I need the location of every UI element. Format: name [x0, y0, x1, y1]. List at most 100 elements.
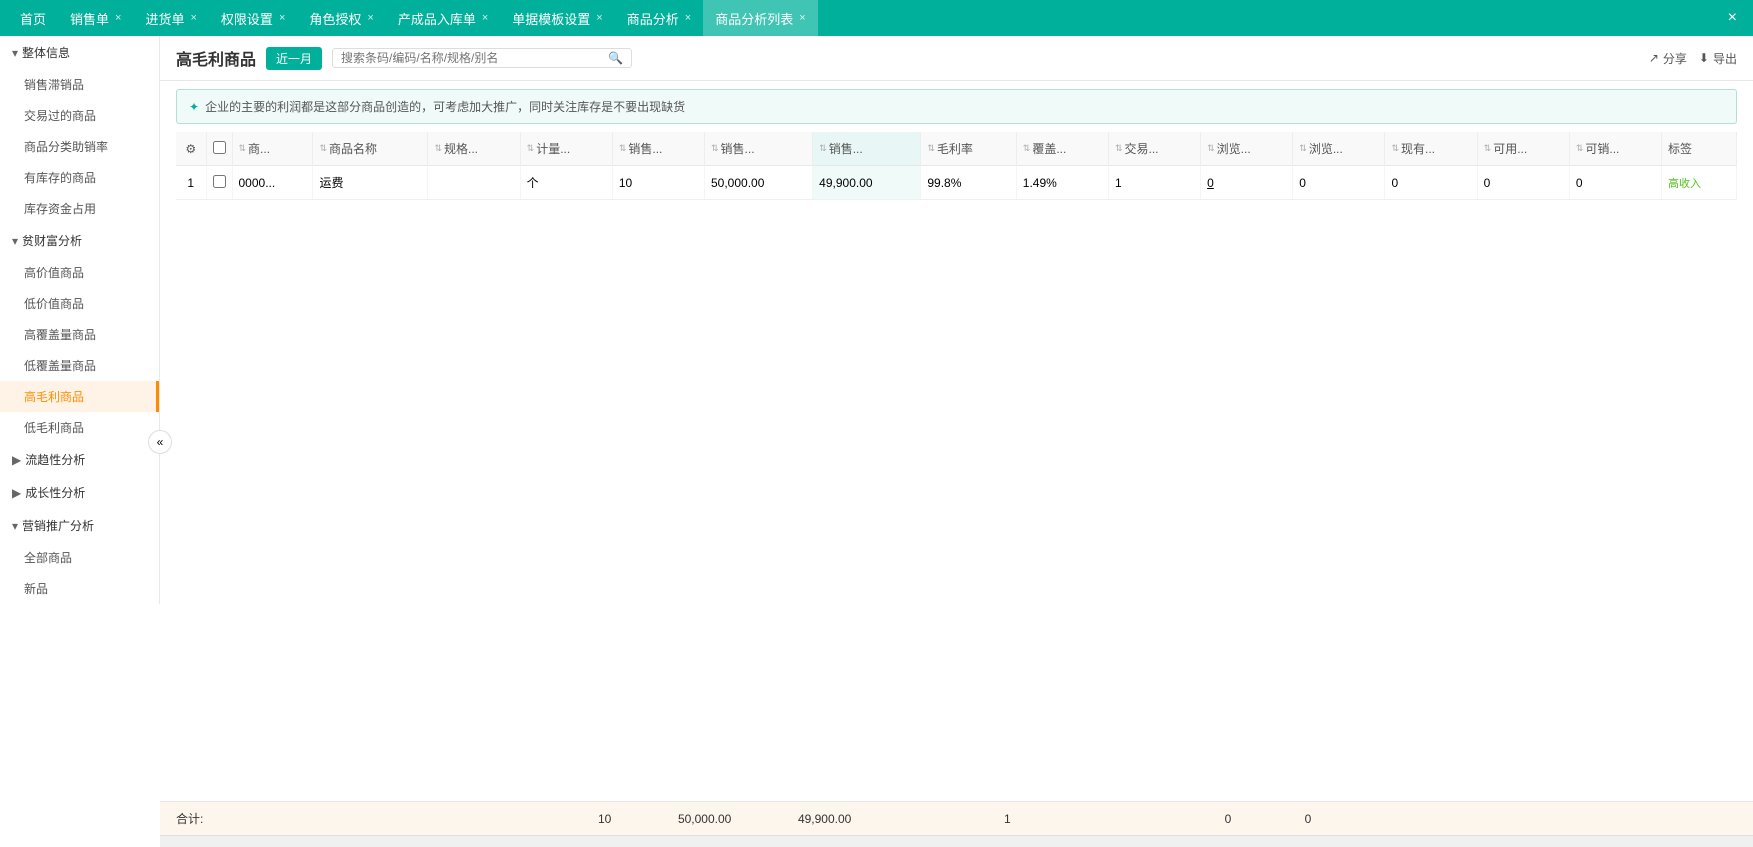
sidebar-section-wealth[interactable]: ▾ 贫财富分析	[0, 224, 159, 257]
sidebar-item-low-value[interactable]: 低价值商品	[0, 288, 159, 319]
sort-icon-sale-profit: ⇅	[819, 143, 827, 154]
export-icon: ⬇	[1699, 51, 1709, 65]
chevron-right-icon-2: ▶	[12, 486, 21, 500]
close-permission-tab-icon[interactable]: ×	[279, 12, 285, 24]
footer-sale-amount: 50,000.00	[617, 812, 737, 826]
window-close-button[interactable]: ×	[1720, 5, 1745, 31]
table-container[interactable]: ⚙ ⇅ 商...	[160, 132, 1753, 801]
sidebar-item-high-value[interactable]: 高价值商品	[0, 257, 159, 288]
footer-sale-qty: 10	[557, 812, 617, 826]
time-filter-button[interactable]: 近一月	[266, 47, 322, 70]
sidebar-item-high-margin[interactable]: 高毛利商品	[0, 381, 159, 412]
table-row: 1 0000... 运费	[176, 166, 1737, 200]
cell-seq: 1	[176, 166, 206, 200]
search-icon[interactable]: 🔍	[608, 51, 623, 65]
cell-checkbox[interactable]	[206, 166, 232, 200]
close-sales-tab-icon[interactable]: ×	[115, 12, 121, 24]
col-header-available[interactable]: ⇅ 可用...	[1477, 132, 1569, 166]
sidebar-item-all-products[interactable]: 全部商品	[0, 542, 159, 573]
sidebar-section-growth[interactable]: ▶ 成长性分析	[0, 476, 159, 509]
sidebar-item-stock-capital[interactable]: 库存资金占用	[0, 193, 159, 224]
select-all-checkbox[interactable]	[213, 141, 226, 154]
page-title: 高毛利商品	[176, 46, 256, 70]
info-banner: ✦ 企业的主要的利润都是这部分商品创造的，可考虑加大推广，同时关注库存是不要出现…	[176, 89, 1737, 124]
product-table: ⚙ ⇅ 商...	[176, 132, 1737, 200]
col-header-seq[interactable]: ⚙	[176, 132, 206, 166]
col-header-coverage[interactable]: ⇅ 覆盖...	[1016, 132, 1108, 166]
cell-name: 运费	[313, 166, 428, 200]
sort-icon-gross-margin: ⇅	[927, 143, 935, 154]
chevron-down-icon-3: ▾	[12, 519, 18, 533]
cell-current-stock: 0	[1385, 166, 1477, 200]
sidebar-section-overall-items: 销售滞销品 交易过的商品 商品分类助销率 有库存的商品 库存资金占用	[0, 69, 159, 224]
close-role-tab-icon[interactable]: ×	[367, 12, 373, 24]
sort-icon-browse1: ⇅	[1207, 143, 1215, 154]
nav-tab-home[interactable]: 首页	[8, 0, 58, 36]
sort-icon-code: ⇅	[239, 143, 247, 154]
share-button[interactable]: ↗ 分享	[1649, 50, 1687, 67]
col-header-browse1[interactable]: ⇅ 浏览...	[1201, 132, 1293, 166]
header-actions: ↗ 分享 ⬇ 导出	[1649, 50, 1737, 67]
col-header-gross-margin[interactable]: ⇅ 毛利率	[921, 132, 1016, 166]
close-template-tab-icon[interactable]: ×	[596, 12, 602, 24]
close-analysis-tab-icon[interactable]: ×	[685, 12, 691, 24]
col-header-unit[interactable]: ⇅ 计量...	[520, 132, 612, 166]
footer-sale-profit: 49,900.00	[737, 812, 857, 826]
row-checkbox[interactable]	[213, 175, 226, 188]
sidebar-item-category-rate[interactable]: 商品分类助销率	[0, 131, 159, 162]
chevron-down-icon: ▾	[12, 46, 18, 60]
info-icon: ✦	[189, 100, 199, 114]
sidebar-item-high-coverage[interactable]: 高覆盖量商品	[0, 319, 159, 350]
nav-tab-product-in[interactable]: 产成品入库单 ×	[386, 0, 500, 36]
nav-tab-analysis[interactable]: 商品分析 ×	[615, 0, 703, 36]
col-header-name[interactable]: ⇅ 商品名称	[313, 132, 428, 166]
sidebar: ▾ 整体信息 销售滞销品 交易过的商品 商品分类助销率 有库存的商品	[0, 36, 160, 604]
close-purchase-tab-icon[interactable]: ×	[190, 12, 196, 24]
col-header-code[interactable]: ⇅ 商...	[232, 132, 313, 166]
sort-icon-saleable: ⇅	[1576, 143, 1584, 154]
content-area: 高毛利商品 近一月 🔍 ↗ 分享 ⬇ 导出	[160, 36, 1753, 847]
col-header-tag[interactable]: 标签	[1661, 132, 1736, 166]
col-header-checkbox[interactable]	[206, 132, 232, 166]
close-analysis-list-tab-icon[interactable]: ×	[799, 12, 805, 24]
nav-tab-permission[interactable]: 权限设置 ×	[209, 0, 297, 36]
col-header-sale-profit[interactable]: ⇅ 销售...	[813, 132, 921, 166]
export-button[interactable]: ⬇ 导出	[1699, 50, 1737, 67]
sidebar-item-new-products[interactable]: 新品	[0, 573, 159, 604]
settings-icon[interactable]: ⚙	[185, 142, 196, 156]
col-header-spec[interactable]: ⇅ 规格...	[428, 132, 520, 166]
col-header-trade[interactable]: ⇅ 交易...	[1108, 132, 1200, 166]
sidebar-section-overall[interactable]: ▾ 整体信息	[0, 36, 159, 69]
nav-tab-template[interactable]: 单据模板设置 ×	[500, 0, 614, 36]
nav-tab-purchase[interactable]: 进货单 ×	[133, 0, 208, 36]
chevron-down-icon-2: ▾	[12, 234, 18, 248]
col-header-saleable[interactable]: ⇅ 可销...	[1569, 132, 1661, 166]
sidebar-item-traded[interactable]: 交易过的商品	[0, 100, 159, 131]
cell-browse1[interactable]: 0	[1201, 166, 1293, 200]
col-header-sale-amount[interactable]: ⇅ 销售...	[704, 132, 812, 166]
cell-sale-amount: 50,000.00	[704, 166, 812, 200]
col-header-sale-qty[interactable]: ⇅ 销售...	[612, 132, 704, 166]
horizontal-scrollbar[interactable]	[160, 835, 1753, 847]
search-input[interactable]	[341, 51, 604, 65]
sidebar-item-sales-slow[interactable]: 销售滞销品	[0, 69, 159, 100]
nav-tab-role[interactable]: 角色授权 ×	[297, 0, 385, 36]
sort-icon-spec: ⇅	[434, 143, 442, 154]
col-header-browse2[interactable]: ⇅ 浏览...	[1293, 132, 1385, 166]
sidebar-section-trend[interactable]: ▶ 流趋性分析	[0, 443, 159, 476]
search-box: 🔍	[332, 48, 632, 68]
nav-tab-analysis-list[interactable]: 商品分析列表 ×	[703, 0, 817, 36]
nav-tab-sales[interactable]: 销售单 ×	[58, 0, 133, 36]
sidebar-item-in-stock[interactable]: 有库存的商品	[0, 162, 159, 193]
cell-gross-margin: 99.8%	[921, 166, 1016, 200]
sidebar-item-low-margin[interactable]: 低毛利商品	[0, 412, 159, 443]
cell-sale-qty: 10	[612, 166, 704, 200]
sort-icon-name: ⇅	[319, 143, 327, 154]
sidebar-section-marketing[interactable]: ▾ 营销推广分析	[0, 509, 159, 542]
sidebar-item-low-coverage[interactable]: 低覆盖量商品	[0, 350, 159, 381]
close-product-in-tab-icon[interactable]: ×	[482, 12, 488, 24]
sidebar-collapse-button[interactable]: «	[148, 430, 172, 454]
col-header-current-stock[interactable]: ⇅ 现有...	[1385, 132, 1477, 166]
content-header: 高毛利商品 近一月 🔍 ↗ 分享 ⬇ 导出	[160, 36, 1753, 81]
share-icon: ↗	[1649, 51, 1659, 65]
